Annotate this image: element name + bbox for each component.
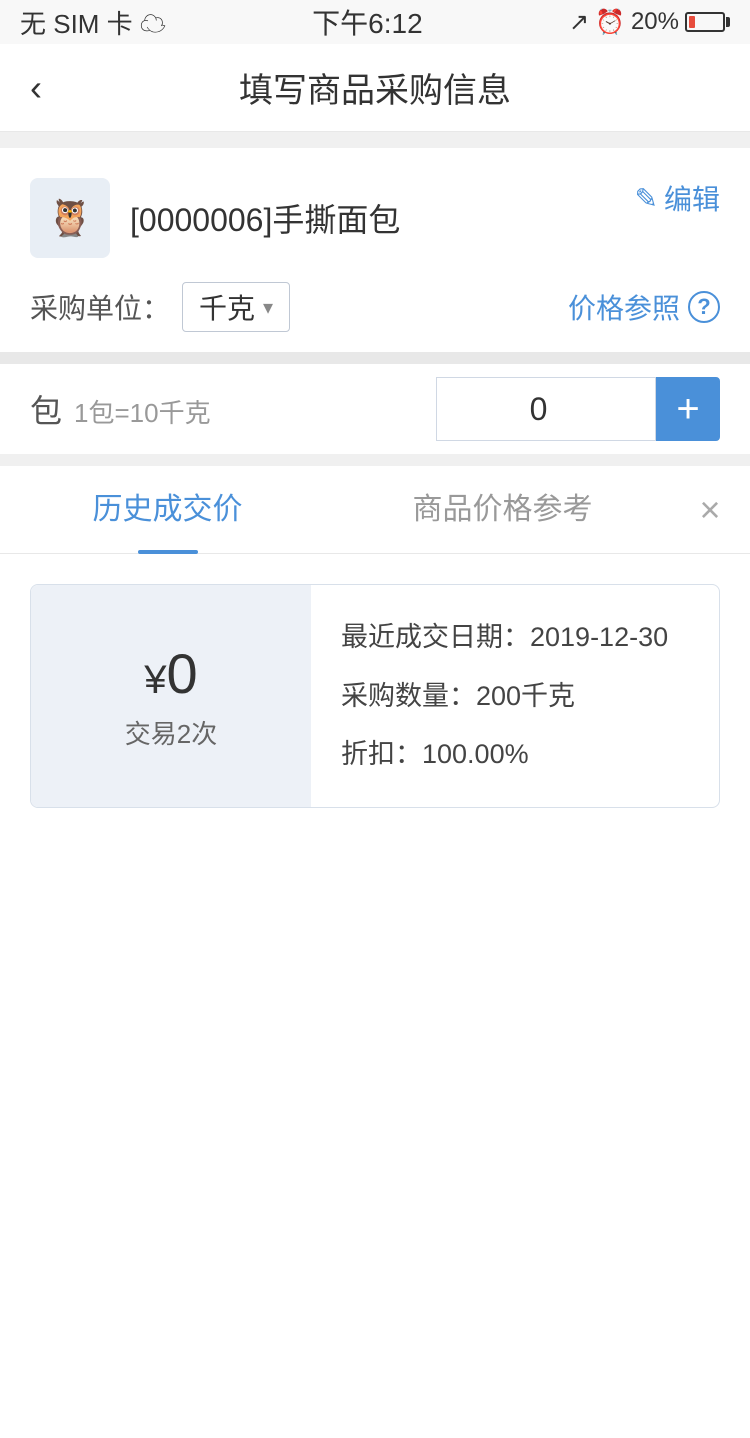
- status-time: 下午6:12: [312, 2, 423, 42]
- location-icon: ↗: [569, 8, 589, 37]
- quantity-hint: 1包=10千克: [74, 393, 211, 430]
- status-bar: 无 SIM 卡 ☁ 下午6:12 ↗ ⏰ 20%: [0, 0, 750, 44]
- unit-value: 千克: [199, 287, 255, 327]
- tab-product-price-ref[interactable]: 商品价格参考: [335, 466, 670, 554]
- nav-bar: ‹ 填写商品采购信息: [0, 44, 750, 132]
- tabs-row: 历史成交价 商品价格参考 ×: [0, 466, 750, 554]
- purchase-qty-value: 200千克: [476, 681, 575, 711]
- purchase-qty-row: 采购数量：200千克: [341, 676, 689, 717]
- price-value: 0: [167, 642, 198, 705]
- recent-date-row: 最近成交日期：2019-12-30: [341, 617, 689, 658]
- alarm-icon: ⏰: [595, 8, 625, 37]
- purchase-qty-label: 采购数量：: [341, 681, 476, 711]
- product-footer: 采购单位： 千克 ▾ 价格参照 ?: [30, 282, 720, 332]
- price-card-container: ¥0 交易2次 最近成交日期：2019-12-30 采购数量：200千克 折扣：…: [0, 554, 750, 838]
- purchase-unit-label: 采购单位：: [30, 287, 170, 327]
- currency-symbol: ¥: [144, 658, 166, 702]
- info-icon: ?: [688, 291, 720, 323]
- product-logo: 🦉: [30, 178, 110, 258]
- panel-section: 历史成交价 商品价格参考 × ¥0 交易2次 最近成交日期：2019-12-30…: [0, 466, 750, 838]
- quantity-unit: 包: [30, 386, 62, 432]
- tab-historical-price[interactable]: 历史成交价: [0, 466, 335, 554]
- back-button[interactable]: ‹: [30, 67, 42, 109]
- plus-icon: +: [676, 387, 699, 432]
- unit-section: 采购单位： 千克 ▾: [30, 282, 290, 332]
- unit-select-button[interactable]: 千克 ▾: [182, 282, 290, 332]
- product-left: 🦉 [0000006]手撕面包: [30, 178, 400, 258]
- recent-date-label: 最近成交日期：: [341, 622, 530, 652]
- edit-button[interactable]: ✎ 编辑: [635, 178, 720, 218]
- page-title: 填写商品采购信息: [239, 63, 511, 112]
- quantity-label: 包 1包=10千克: [30, 386, 211, 432]
- trade-count: 交易2次: [125, 714, 217, 751]
- price-amount: ¥0: [144, 641, 197, 706]
- discount-row: 折扣：100.00%: [341, 734, 689, 775]
- quantity-plus-button[interactable]: +: [656, 377, 720, 441]
- chevron-down-icon: ▾: [263, 295, 273, 320]
- panel-close-button[interactable]: ×: [670, 466, 750, 554]
- status-right-group: ↗ ⏰ 20%: [569, 8, 730, 37]
- section-divider: [0, 352, 750, 364]
- card-right: 最近成交日期：2019-12-30 采购数量：200千克 折扣：100.00%: [311, 585, 719, 807]
- price-ref-label: 价格参照: [568, 287, 680, 327]
- product-logo-icon: 🦉: [48, 197, 93, 239]
- quantity-section: 包 1包=10千克 +: [0, 364, 750, 454]
- battery-percent: 20%: [631, 8, 679, 36]
- product-section: 🦉 [0000006]手撕面包 ✎ 编辑 采购单位： 千克 ▾ 价格参照 ?: [0, 148, 750, 352]
- edit-label: 编辑: [664, 178, 720, 218]
- quantity-input[interactable]: [436, 377, 656, 441]
- status-network: 无 SIM 卡 ☁: [20, 4, 166, 41]
- price-card: ¥0 交易2次 最近成交日期：2019-12-30 采购数量：200千克 折扣：…: [30, 584, 720, 808]
- battery-icon: [685, 12, 730, 32]
- close-icon: ×: [699, 489, 720, 531]
- product-name: [0000006]手撕面包: [130, 195, 400, 241]
- product-header: 🦉 [0000006]手撕面包 ✎ 编辑: [30, 178, 720, 258]
- discount-value: 100.00%: [422, 739, 529, 769]
- card-left: ¥0 交易2次: [31, 585, 311, 807]
- price-reference-button[interactable]: 价格参照 ?: [568, 287, 720, 327]
- edit-icon: ✎: [635, 182, 658, 215]
- quantity-input-group: +: [436, 377, 720, 441]
- recent-date-value: 2019-12-30: [530, 622, 668, 652]
- discount-label: 折扣：: [341, 739, 422, 769]
- bottom-area: [0, 838, 750, 1438]
